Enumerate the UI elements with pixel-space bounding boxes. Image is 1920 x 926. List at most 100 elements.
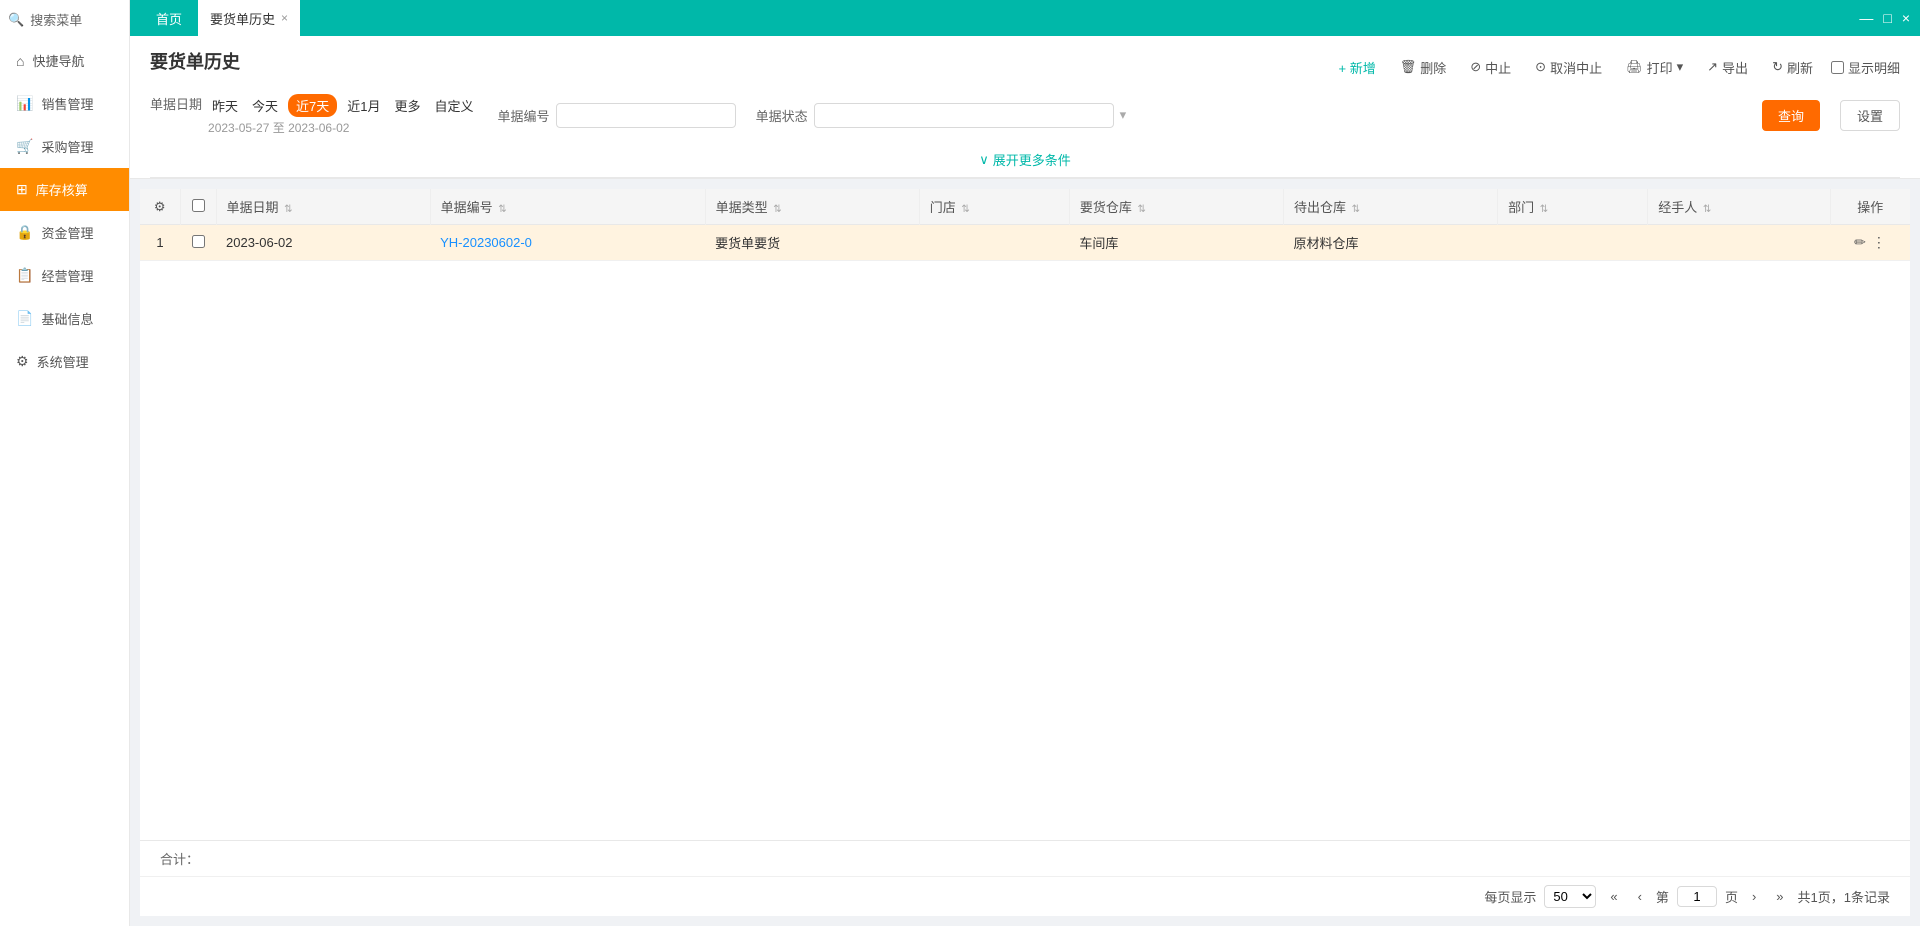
last-page-btn[interactable]: » — [1770, 887, 1789, 906]
sort-doc-no-icon: ⇅ — [498, 204, 506, 215]
row-doc-type: 要货单要货 — [705, 225, 919, 261]
next-page-btn[interactable]: › — [1746, 887, 1762, 906]
sidebar-search[interactable]: 🔍 搜索菜单 — [0, 0, 129, 39]
first-page-btn[interactable]: « — [1604, 887, 1623, 906]
minimize-icon[interactable]: — — [1859, 10, 1873, 26]
doc-status-dropdown-icon[interactable]: ▾ — [1120, 107, 1127, 123]
search-icon: 🔍 — [8, 12, 24, 28]
export-icon: ↗ — [1707, 59, 1718, 75]
date-opt-1month[interactable]: 近1月 — [343, 94, 384, 117]
doc-no-link[interactable]: YH-20230602-0 — [440, 235, 532, 250]
row-store — [919, 225, 1069, 261]
cancel-stop-button[interactable]: ⊙ 取消中止 — [1529, 54, 1608, 81]
col-department-label: 部门 — [1508, 200, 1534, 215]
select-all-checkbox[interactable] — [192, 199, 205, 212]
close-window-icon[interactable]: × — [1902, 10, 1910, 26]
date-range-text: 2023-05-27 至 2023-06-02 — [208, 119, 478, 136]
sidebar-item-label: 快捷导航 — [32, 51, 84, 70]
query-button[interactable]: 查询 — [1762, 100, 1820, 131]
date-opt-yesterday[interactable]: 昨天 — [208, 94, 242, 117]
col-header-handler[interactable]: 经手人 ⇅ — [1648, 189, 1830, 225]
sidebar-item-label: 库存核算 — [36, 180, 88, 199]
sort-handler-icon: ⇅ — [1703, 204, 1711, 215]
prev-page-btn[interactable]: ‹ — [1632, 887, 1648, 906]
page-label: 第 — [1656, 887, 1669, 906]
show-detail-text: 显示明细 — [1848, 58, 1900, 77]
toolbar: + 新增 🗑 删除 ⊘ 中止 ⊙ 取消中止 🖨 打 — [1332, 54, 1900, 81]
tab-active[interactable]: 要货单历史 × — [198, 0, 300, 36]
add-button[interactable]: + 新增 — [1332, 54, 1381, 81]
cancel-stop-label: 取消中止 — [1550, 58, 1602, 77]
export-label: 导出 — [1722, 58, 1748, 77]
show-detail-checkbox[interactable] — [1831, 61, 1844, 74]
sidebar-item-label: 销售管理 — [41, 94, 93, 113]
col-header-date[interactable]: 单据日期 ⇅ — [216, 189, 430, 225]
doc-status-filter-label: 单据状态 — [756, 106, 808, 125]
tab-close-icon[interactable]: × — [281, 11, 288, 25]
col-header-settings[interactable]: ⚙ — [140, 189, 180, 225]
col-header-pending-warehouse[interactable]: 待出仓库 ⇅ — [1284, 189, 1498, 225]
col-doc-type-label: 单据类型 — [716, 200, 768, 215]
sidebar-item-inventory[interactable]: ⊞ 库存核算 — [0, 168, 129, 211]
delete-button[interactable]: 🗑 删除 — [1394, 54, 1453, 81]
col-header-doc-no[interactable]: 单据编号 ⇅ — [430, 189, 705, 225]
date-opt-custom[interactable]: 自定义 — [431, 94, 478, 117]
row-edit-icon[interactable]: ✏ — [1854, 234, 1866, 251]
sidebar-item-purchase[interactable]: 🛒 采购管理 — [0, 125, 129, 168]
sidebar-item-operation[interactable]: 📋 经营管理 — [0, 254, 129, 297]
date-opt-more[interactable]: 更多 — [391, 94, 425, 117]
pagination-bar: 每页显示 50 100 200 « ‹ 第 页 › » 共1页，1条记录 — [140, 876, 1910, 916]
page-size-select[interactable]: 50 100 200 — [1544, 885, 1596, 908]
tab-home[interactable]: 首页 — [140, 0, 198, 36]
row-handler — [1648, 225, 1830, 261]
cancel-stop-icon: ⊙ — [1535, 59, 1546, 75]
expand-filter-button[interactable]: ∨ 展开更多条件 — [979, 150, 1071, 169]
date-opt-7days[interactable]: 近7天 — [288, 94, 337, 117]
maximize-icon[interactable]: □ — [1883, 10, 1891, 26]
stop-icon: ⊘ — [1470, 59, 1481, 75]
expand-label: 展开更多条件 — [993, 150, 1071, 169]
delete-icon: 🗑 — [1400, 59, 1417, 75]
col-header-doc-type[interactable]: 单据类型 ⇅ — [705, 189, 919, 225]
export-button[interactable]: ↗ 导出 — [1701, 54, 1754, 81]
table-body: 1 2023-06-02 YH-20230602-0 要货单要货 车间库 原材料… — [140, 225, 1910, 261]
row-more-icon[interactable]: ⋮ — [1872, 234, 1886, 251]
col-store-label: 门店 — [930, 200, 956, 215]
col-header-department[interactable]: 部门 ⇅ — [1498, 189, 1648, 225]
settings-button[interactable]: 设置 — [1840, 100, 1900, 131]
topbar-right: — □ × — [1859, 10, 1910, 26]
sidebar-item-basic[interactable]: 📄 基础信息 — [0, 297, 129, 340]
sidebar-item-quick-nav[interactable]: ⌂ 快捷导航 — [0, 39, 129, 82]
delete-label: 删除 — [1420, 58, 1446, 77]
col-header-req-warehouse[interactable]: 要货仓库 ⇅ — [1069, 189, 1283, 225]
stop-button[interactable]: ⊘ 中止 — [1464, 54, 1517, 81]
purchase-icon: 🛒 — [16, 138, 33, 155]
sidebar-item-sales[interactable]: 📊 销售管理 — [0, 82, 129, 125]
print-button[interactable]: 🖨 打印 ▾ — [1620, 54, 1689, 81]
date-opt-today[interactable]: 今天 — [248, 94, 282, 117]
row-checkbox[interactable] — [192, 235, 205, 248]
show-detail-checkbox-label[interactable]: 显示明细 — [1831, 58, 1900, 77]
row-actions: ✏ ⋮ — [1830, 225, 1910, 261]
doc-status-input[interactable] — [814, 103, 1114, 128]
finance-icon: 🔒 — [16, 224, 33, 241]
col-header-store[interactable]: 门店 ⇅ — [919, 189, 1069, 225]
print-dropdown-icon[interactable]: ▾ — [1677, 59, 1684, 75]
doc-no-input[interactable] — [556, 103, 736, 128]
inventory-icon: ⊞ — [16, 181, 28, 198]
row-check[interactable] — [180, 225, 216, 261]
col-header-check[interactable] — [180, 189, 216, 225]
sidebar-item-label: 资金管理 — [41, 223, 93, 242]
filter-group-doc-status: 单据状态 ▾ — [756, 103, 1742, 128]
sort-department-icon: ⇅ — [1540, 204, 1548, 215]
sidebar-item-label: 采购管理 — [41, 137, 93, 156]
page-number-input[interactable] — [1677, 886, 1717, 907]
refresh-button[interactable]: ↻ 刷新 — [1766, 54, 1819, 81]
sidebar-item-system[interactable]: ⚙ 系统管理 — [0, 340, 129, 383]
topbar: 首页 要货单历史 × — □ × — [130, 0, 1920, 36]
main-content: 首页 要货单历史 × — □ × 要货单历史 + 新增 🗑 删除 — [130, 0, 1920, 926]
row-department — [1498, 225, 1648, 261]
sidebar-item-finance[interactable]: 🔒 资金管理 — [0, 211, 129, 254]
sort-date-icon: ⇅ — [284, 204, 292, 215]
page-unit: 页 — [1725, 887, 1738, 906]
